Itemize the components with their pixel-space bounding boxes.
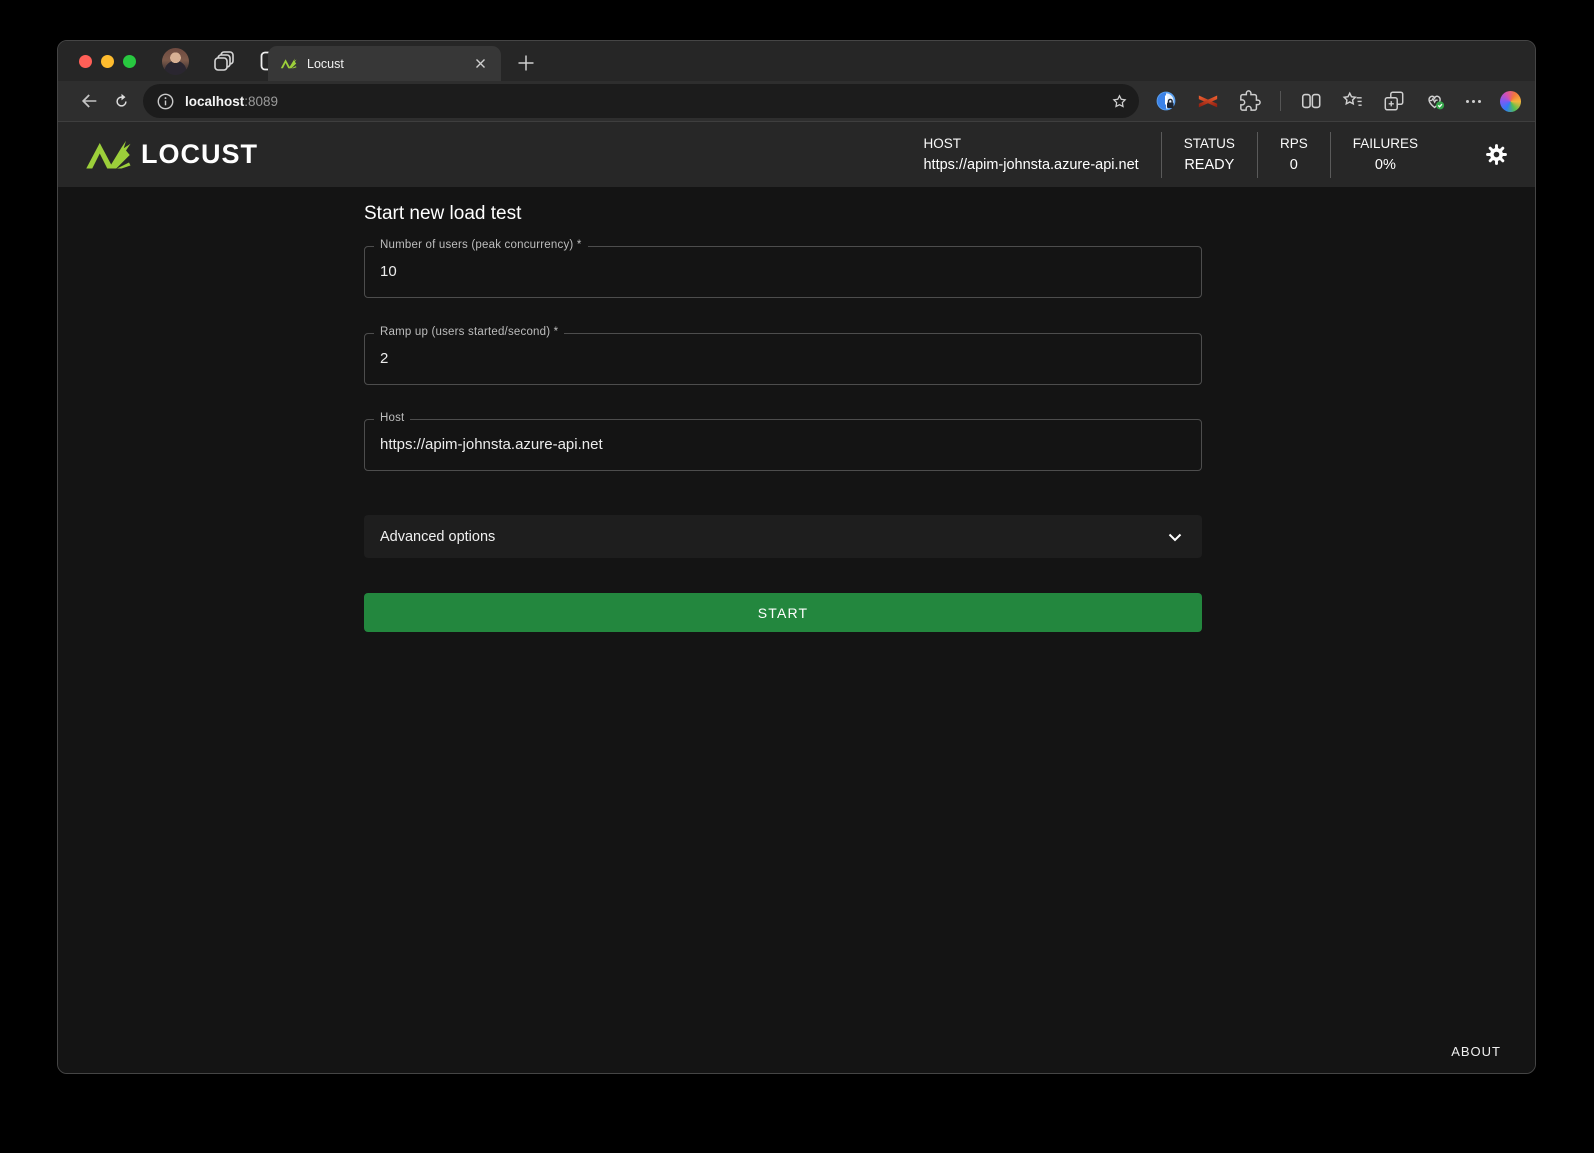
red-x-extension-icon[interactable]: [1196, 90, 1220, 112]
about-link[interactable]: ABOUT: [1451, 1044, 1501, 1059]
page-content: Start new load test Number of users (pea…: [58, 187, 1535, 1073]
chevron-down-icon: [1164, 526, 1186, 548]
copilot-icon[interactable]: [1500, 91, 1521, 112]
extension-area: [1155, 90, 1521, 112]
more-menu-icon[interactable]: [1466, 100, 1481, 103]
stat-rps-value: 0: [1290, 157, 1298, 173]
toolbar-divider: [1280, 91, 1281, 111]
host-field-label: Host: [374, 412, 410, 424]
tab-close-icon[interactable]: [472, 55, 489, 72]
host-field-value[interactable]: https://apim-johnsta.azure-api.net: [365, 420, 1201, 470]
locust-logo-icon: [84, 138, 132, 172]
stat-status: STATUS READY: [1161, 132, 1257, 178]
status-badge: READY: [1184, 157, 1234, 173]
minimize-window-button[interactable]: [101, 55, 114, 68]
tab-locust[interactable]: Locust: [268, 46, 501, 81]
stat-rps: RPS 0: [1257, 132, 1330, 178]
tab-strip: Locust: [58, 41, 1535, 81]
refresh-icon[interactable]: [112, 92, 131, 111]
ramp-up-field-label: Ramp up (users started/second) *: [374, 326, 564, 338]
window-controls: [79, 55, 136, 68]
favorites-icon[interactable]: [1341, 90, 1364, 112]
stat-failures: FAILURES 0%: [1330, 132, 1440, 178]
start-button[interactable]: START: [364, 593, 1202, 632]
header-stats: HOST https://apim-johnsta.azure-api.net …: [901, 132, 1440, 178]
stat-failures-value: 0%: [1375, 157, 1396, 173]
settings-gear-icon[interactable]: [1484, 142, 1509, 167]
password-manager-extension-icon[interactable]: [1155, 90, 1177, 112]
url-port: :8089: [244, 94, 278, 109]
page-title: Start new load test: [364, 203, 1202, 225]
fullscreen-window-button[interactable]: [123, 55, 136, 68]
stat-host: HOST https://apim-johnsta.azure-api.net: [901, 132, 1160, 178]
ramp-up-field[interactable]: Ramp up (users started/second) * 2: [364, 333, 1202, 385]
locust-logo-link[interactable]: LOCUST: [84, 138, 258, 172]
extensions-puzzle-icon[interactable]: [1239, 90, 1261, 112]
collections-icon[interactable]: [1383, 90, 1405, 112]
tab-title: Locust: [307, 57, 344, 71]
users-field-value[interactable]: 10: [365, 247, 1201, 297]
advanced-options-label: Advanced options: [380, 529, 495, 545]
site-info-icon[interactable]: [156, 92, 175, 111]
address-bar[interactable]: localhost:8089: [143, 84, 1139, 118]
browser-essentials-icon[interactable]: [1424, 90, 1447, 112]
url-text: localhost:8089: [185, 94, 278, 109]
ramp-up-field-value[interactable]: 2: [365, 334, 1201, 384]
close-window-button[interactable]: [79, 55, 92, 68]
users-field[interactable]: Number of users (peak concurrency) * 10: [364, 246, 1202, 298]
bookmark-star-icon[interactable]: [1110, 92, 1129, 111]
browser-toolbar: localhost:8089: [58, 81, 1535, 121]
host-field[interactable]: Host https://apim-johnsta.azure-api.net: [364, 419, 1202, 471]
stat-rps-label: RPS: [1280, 136, 1308, 151]
load-test-form: Start new load test Number of users (pea…: [364, 187, 1202, 632]
users-field-label: Number of users (peak concurrency) *: [374, 239, 588, 251]
back-icon[interactable]: [78, 90, 100, 112]
new-tab-icon[interactable]: [513, 50, 539, 76]
url-hostname: localhost: [185, 94, 244, 109]
split-screen-icon[interactable]: [1300, 90, 1322, 112]
stat-host-value: https://apim-johnsta.azure-api.net: [923, 157, 1138, 173]
stat-host-label: HOST: [923, 136, 1138, 151]
stat-failures-label: FAILURES: [1353, 136, 1418, 151]
workspaces-icon[interactable]: [213, 50, 235, 72]
stat-status-label: STATUS: [1184, 136, 1235, 151]
advanced-options-accordion[interactable]: Advanced options: [364, 515, 1202, 558]
locust-favicon: [280, 57, 297, 70]
profile-avatar[interactable]: [162, 48, 189, 75]
locust-header: LOCUST HOST https://apim-johnsta.azure-a…: [58, 122, 1535, 187]
browser-window: Locust localhost:8089: [57, 40, 1536, 1074]
brand-title: LOCUST: [141, 139, 258, 170]
